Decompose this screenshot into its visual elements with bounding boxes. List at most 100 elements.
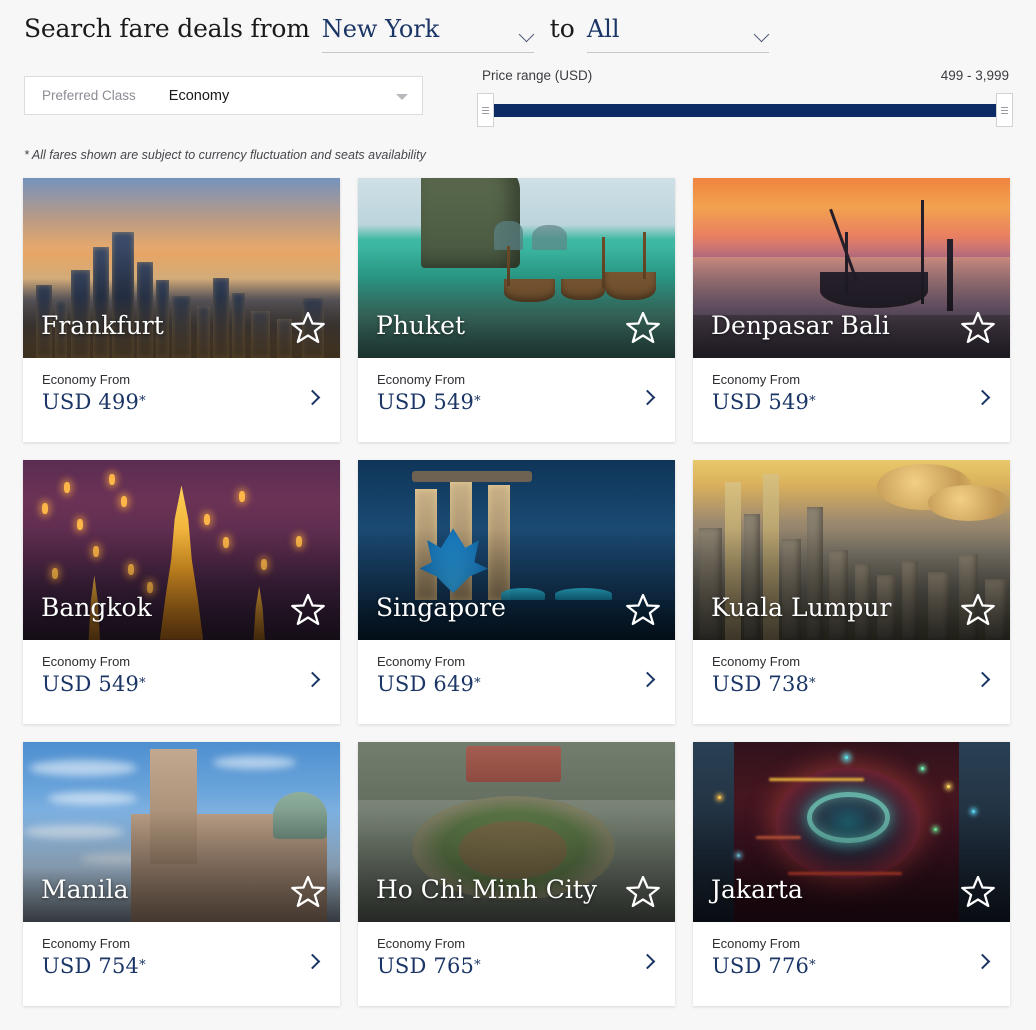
card-city-name: Bangkok <box>41 593 152 622</box>
star-outline-icon[interactable] <box>290 310 326 346</box>
fare-amount: USD 649 <box>377 672 475 696</box>
star-outline-icon[interactable] <box>290 592 326 628</box>
fare-price: USD 549* <box>42 672 322 696</box>
card-body: Economy From USD 549* <box>693 358 1010 442</box>
preferred-class-label: Preferred Class <box>42 88 136 103</box>
card-city-name: Phuket <box>376 311 466 340</box>
origin-select[interactable]: New York <box>321 15 534 53</box>
price-range-header: Price range (USD) 499 - 3,999 <box>477 68 1013 83</box>
fare-asterisk: * <box>809 676 816 691</box>
destination-card[interactable]: Manila Economy From USD 754* <box>23 742 340 1006</box>
fare-label: Economy From <box>377 936 466 951</box>
fare-label: Economy From <box>42 936 131 951</box>
card-city-name: Jakarta <box>711 875 803 904</box>
destination-card[interactable]: Singapore Economy From USD 649* <box>358 460 675 724</box>
slider-handle-max[interactable] <box>996 93 1013 127</box>
star-outline-icon[interactable] <box>625 874 661 910</box>
destination-card[interactable]: Kuala Lumpur Economy From USD 738* <box>693 460 1010 724</box>
grip-line <box>482 112 489 114</box>
price-range-slider[interactable] <box>477 93 1013 127</box>
destination-card[interactable]: Frankfurt Economy From USD 499* <box>23 178 340 442</box>
fare-asterisk: * <box>474 676 481 691</box>
fare-asterisk: * <box>809 958 816 973</box>
fare-asterisk: * <box>474 394 481 409</box>
fare-disclaimer: * All fares shown are subject to currenc… <box>24 148 426 162</box>
connector-label: to <box>549 14 575 43</box>
card-body: Economy From USD 754* <box>23 922 340 1006</box>
card-photo: Jakarta <box>693 742 1010 922</box>
fare-price: USD 549* <box>377 390 657 414</box>
card-body: Economy From USD 499* <box>23 358 340 442</box>
fare-price: USD 549* <box>712 390 992 414</box>
star-outline-icon[interactable] <box>625 592 661 628</box>
card-city-name: Manila <box>41 875 129 904</box>
fare-price: USD 738* <box>712 672 992 696</box>
fare-price: USD 776* <box>712 954 992 978</box>
destination-card[interactable]: Ho Chi Minh City Economy From USD 765* <box>358 742 675 1006</box>
destination-grid: Frankfurt Economy From USD 499* Phuket E… <box>0 162 1036 1006</box>
card-photo: Kuala Lumpur <box>693 460 1010 640</box>
page-title: Search fare deals from <box>24 14 310 43</box>
fare-amount: USD 738 <box>712 672 810 696</box>
star-outline-icon[interactable] <box>290 874 326 910</box>
fare-price: USD 754* <box>42 954 322 978</box>
star-outline-icon[interactable] <box>960 592 996 628</box>
fare-price: USD 765* <box>377 954 657 978</box>
fare-label: Economy From <box>712 936 801 951</box>
star-outline-icon[interactable] <box>960 874 996 910</box>
card-body: Economy From USD 738* <box>693 640 1010 724</box>
destination-card[interactable]: Denpasar Bali Economy From USD 549* <box>693 178 1010 442</box>
price-range-label: Price range (USD) <box>482 68 593 83</box>
slider-handle-min[interactable] <box>477 93 494 127</box>
grip-line <box>1001 106 1008 108</box>
fare-label: Economy From <box>377 372 466 387</box>
card-city-name: Frankfurt <box>41 311 164 340</box>
fare-amount: USD 765 <box>377 954 475 978</box>
star-outline-icon[interactable] <box>625 310 661 346</box>
card-photo: Phuket <box>358 178 675 358</box>
grip-line <box>1001 112 1008 114</box>
destination-value: All <box>586 15 620 43</box>
chevron-down-icon <box>753 26 770 43</box>
card-photo: Manila <box>23 742 340 922</box>
fare-amount: USD 754 <box>42 954 140 978</box>
preferred-class-value: Economy <box>168 87 230 104</box>
fare-label: Economy From <box>42 372 131 387</box>
card-photo: Singapore <box>358 460 675 640</box>
fare-asterisk: * <box>139 394 146 409</box>
fare-label: Economy From <box>712 654 801 669</box>
card-photo: Bangkok <box>23 460 340 640</box>
card-city-name: Ho Chi Minh City <box>376 875 598 904</box>
slider-track[interactable] <box>485 104 1005 117</box>
fare-asterisk: * <box>474 958 481 973</box>
card-photo: Ho Chi Minh City <box>358 742 675 922</box>
fare-asterisk: * <box>809 394 816 409</box>
destination-select[interactable]: All <box>586 15 770 53</box>
search-header: Search fare deals from New York to All <box>0 0 1036 62</box>
grip-line <box>1001 109 1008 111</box>
fare-label: Economy From <box>712 372 801 387</box>
destination-card[interactable]: Jakarta Economy From USD 776* <box>693 742 1010 1006</box>
chevron-down-icon <box>396 94 408 100</box>
card-body: Economy From USD 549* <box>358 358 675 442</box>
price-range-value: 499 - 3,999 <box>940 68 1009 83</box>
card-photo: Denpasar Bali <box>693 178 1010 358</box>
preferred-class-select[interactable]: Preferred Class Economy <box>24 76 423 115</box>
card-city-name: Kuala Lumpur <box>711 593 892 622</box>
card-photo: Frankfurt <box>23 178 340 358</box>
fare-amount: USD 549 <box>42 672 140 696</box>
fare-price: USD 649* <box>377 672 657 696</box>
destination-card[interactable]: Bangkok Economy From USD 549* <box>23 460 340 724</box>
fare-deals-page: Search fare deals from New York to All P… <box>0 0 1036 1030</box>
fare-asterisk: * <box>139 676 146 691</box>
fare-price: USD 499* <box>42 390 322 414</box>
card-body: Economy From USD 776* <box>693 922 1010 1006</box>
price-range-filter: Price range (USD) 499 - 3,999 <box>477 68 1013 127</box>
card-body: Economy From USD 549* <box>23 640 340 724</box>
star-outline-icon[interactable] <box>960 310 996 346</box>
card-city-name: Singapore <box>376 593 506 622</box>
destination-card[interactable]: Phuket Economy From USD 549* <box>358 178 675 442</box>
fare-asterisk: * <box>139 958 146 973</box>
fare-amount: USD 549 <box>712 390 810 414</box>
fare-amount: USD 776 <box>712 954 810 978</box>
